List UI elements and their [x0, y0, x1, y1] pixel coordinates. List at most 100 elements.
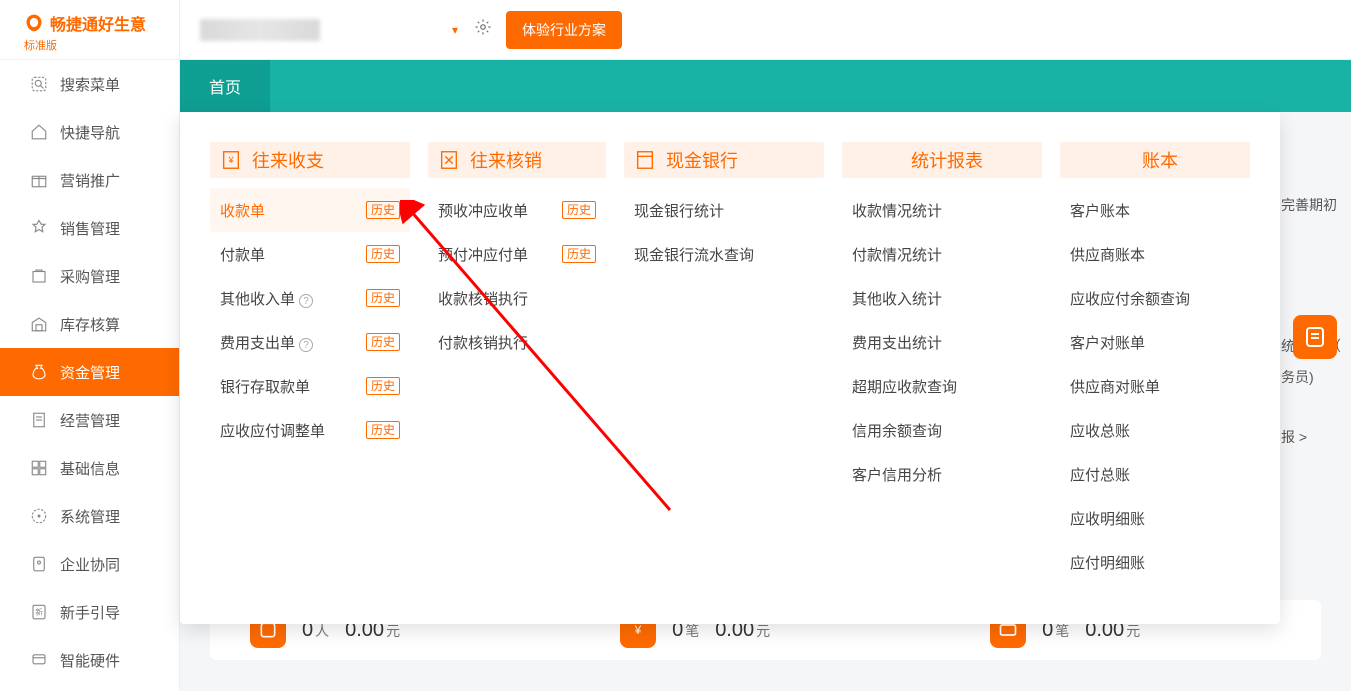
sidebar-item-label: 搜索菜单: [60, 74, 120, 95]
menu-item[interactable]: 应付明细账: [1060, 540, 1250, 584]
menu-item-cash-bank-flow[interactable]: 现金银行流水查询: [624, 232, 824, 276]
sidebar-item-sales[interactable]: 销售管理: [0, 204, 179, 252]
menu-item[interactable]: 供应商对账单: [1060, 364, 1250, 408]
sidebar-item-label: 经营管理: [60, 410, 120, 431]
sidebar-item-operation[interactable]: 经营管理: [0, 396, 179, 444]
sidebar-item-label: 快捷导航: [60, 122, 120, 143]
mega-title: 账本: [1142, 147, 1178, 173]
sidebar-item-collab[interactable]: 企业协同: [0, 540, 179, 588]
menu-item-label: 银行存取款单: [220, 376, 310, 397]
menu-item[interactable]: 超期应收款查询: [842, 364, 1042, 408]
menu-item-receipt[interactable]: 收款单 历史: [210, 188, 410, 232]
menu-item[interactable]: 应收应付余额查询: [1060, 276, 1250, 320]
menu-item-prerecv-offset[interactable]: 预收冲应收单 历史: [428, 188, 606, 232]
menu-item-label: 其他收入单?: [220, 288, 313, 309]
help-icon[interactable]: ?: [299, 338, 313, 352]
gear-icon[interactable]: [474, 18, 492, 41]
sidebar-item-newbie[interactable]: 新 新手引导: [0, 588, 179, 636]
menu-item[interactable]: 客户信用分析: [842, 452, 1042, 496]
menu-item-label: 预付冲应付单: [438, 244, 528, 265]
menu-item-label: 付款情况统计: [852, 244, 942, 265]
menu-item[interactable]: 应收总账: [1060, 408, 1250, 452]
menu-item-label: 客户对账单: [1070, 332, 1145, 353]
history-badge[interactable]: 历史: [366, 377, 400, 395]
hardware-icon: [30, 651, 48, 669]
sidebar-item-label: 新手引导: [60, 602, 120, 623]
collab-icon: [30, 555, 48, 573]
home-icon: [30, 123, 48, 141]
menu-item[interactable]: 应付总账: [1060, 452, 1250, 496]
menu-item-prepay-offset[interactable]: 预付冲应付单 历史: [428, 232, 606, 276]
sidebar-item-label: 系统管理: [60, 506, 120, 527]
history-badge[interactable]: 历史: [366, 333, 400, 351]
menu-item-expense[interactable]: 费用支出单? 历史: [210, 320, 410, 364]
company-selector[interactable]: ▾: [200, 19, 460, 41]
history-badge[interactable]: 历史: [366, 421, 400, 439]
menu-item-payment[interactable]: 付款单 历史: [210, 232, 410, 276]
menu-item[interactable]: 收款情况统计: [842, 188, 1042, 232]
grid-icon: [30, 459, 48, 477]
menu-item-cash-bank-stats[interactable]: 现金银行统计: [624, 188, 824, 232]
menu-item[interactable]: 其他收入统计: [842, 276, 1042, 320]
menu-item-label: 其他收入统计: [852, 288, 942, 309]
menu-item[interactable]: 信用余额查询: [842, 408, 1042, 452]
mega-title: 往来核销: [470, 147, 542, 173]
mega-header: 统计报表: [842, 142, 1042, 178]
logo-block: 畅捷通好生意 标准版: [0, 0, 179, 60]
history-badge[interactable]: 历史: [366, 289, 400, 307]
menu-item-label: 客户信用分析: [852, 464, 942, 485]
sidebar-item-label: 企业协同: [60, 554, 120, 575]
history-badge[interactable]: 历史: [366, 245, 400, 263]
clipboard-icon: [30, 411, 48, 429]
menu-item-ar-ap-adjust[interactable]: 应收应付调整单 历史: [210, 408, 410, 452]
mega-header: 往来核销: [428, 142, 606, 178]
header: ▾ 体验行业方案: [180, 0, 1351, 60]
sidebar-item-hardware[interactable]: 智能硬件: [0, 636, 179, 684]
menu-item[interactable]: 客户对账单: [1060, 320, 1250, 364]
sidebar-item-marketing[interactable]: 营销推广: [0, 156, 179, 204]
menu-item-bank-transfer[interactable]: 银行存取款单 历史: [210, 364, 410, 408]
menu-item[interactable]: 客户账本: [1060, 188, 1250, 232]
search-menu-icon: [30, 75, 48, 93]
peek-line: 务员): [1281, 362, 1351, 393]
menu-item[interactable]: 供应商账本: [1060, 232, 1250, 276]
menu-item-recv-writeoff-exec[interactable]: 收款核销执行: [428, 276, 606, 320]
menu-item-label: 应付总账: [1070, 464, 1130, 485]
floating-action-button[interactable]: [1293, 315, 1337, 359]
menu-item[interactable]: 应收明细账: [1060, 496, 1250, 540]
menu-item[interactable]: 付款情况统计: [842, 232, 1042, 276]
menu-item-label: 供应商对账单: [1070, 376, 1160, 397]
peek-line: 报 >: [1281, 422, 1351, 453]
gift-icon: [30, 171, 48, 189]
sidebar-item-label: 采购管理: [60, 266, 120, 287]
money-bag-icon: [30, 363, 48, 381]
sidebar-item-quick-nav[interactable]: 快捷导航: [0, 108, 179, 156]
menu-item-label: 付款单: [220, 244, 265, 265]
sidebar-item-label: 销售管理: [60, 218, 120, 239]
menu-item-label: 预收冲应收单: [438, 200, 528, 221]
menu-item-pay-writeoff-exec[interactable]: 付款核销执行: [428, 320, 606, 364]
menu-item-label: 应收应付余额查询: [1070, 288, 1190, 309]
sidebar-item-label: 营销推广: [60, 170, 120, 191]
menu-item-label: 收款情况统计: [852, 200, 942, 221]
menu-item-label: 费用支出统计: [852, 332, 942, 353]
history-badge[interactable]: 历史: [562, 245, 596, 263]
sidebar-item-basic-info[interactable]: 基础信息: [0, 444, 179, 492]
menu-item-label: 现金银行统计: [634, 200, 724, 221]
menu-item[interactable]: 费用支出统计: [842, 320, 1042, 364]
sidebar-item-inventory[interactable]: 库存核算: [0, 300, 179, 348]
history-badge[interactable]: 历史: [562, 201, 596, 219]
help-icon[interactable]: ?: [299, 294, 313, 308]
sidebar-item-system[interactable]: 系统管理: [0, 492, 179, 540]
sidebar-item-funds[interactable]: 资金管理: [0, 348, 179, 396]
menu-item-label: 应收总账: [1070, 420, 1130, 441]
mega-menu: ¥ 往来收支 收款单 历史 付款单 历史 其他收入单? 历史 费用支出单? 历史…: [180, 112, 1280, 624]
history-badge[interactable]: 历史: [366, 201, 400, 219]
cta-button[interactable]: 体验行业方案: [506, 11, 622, 49]
system-icon: [30, 507, 48, 525]
sidebar-item-search-menu[interactable]: 搜索菜单: [0, 60, 179, 108]
sidebar-item-purchase[interactable]: 采购管理: [0, 252, 179, 300]
menu-item-other-income[interactable]: 其他收入单? 历史: [210, 276, 410, 320]
sidebar-item-label: 基础信息: [60, 458, 120, 479]
tab-home[interactable]: 首页: [180, 60, 270, 112]
